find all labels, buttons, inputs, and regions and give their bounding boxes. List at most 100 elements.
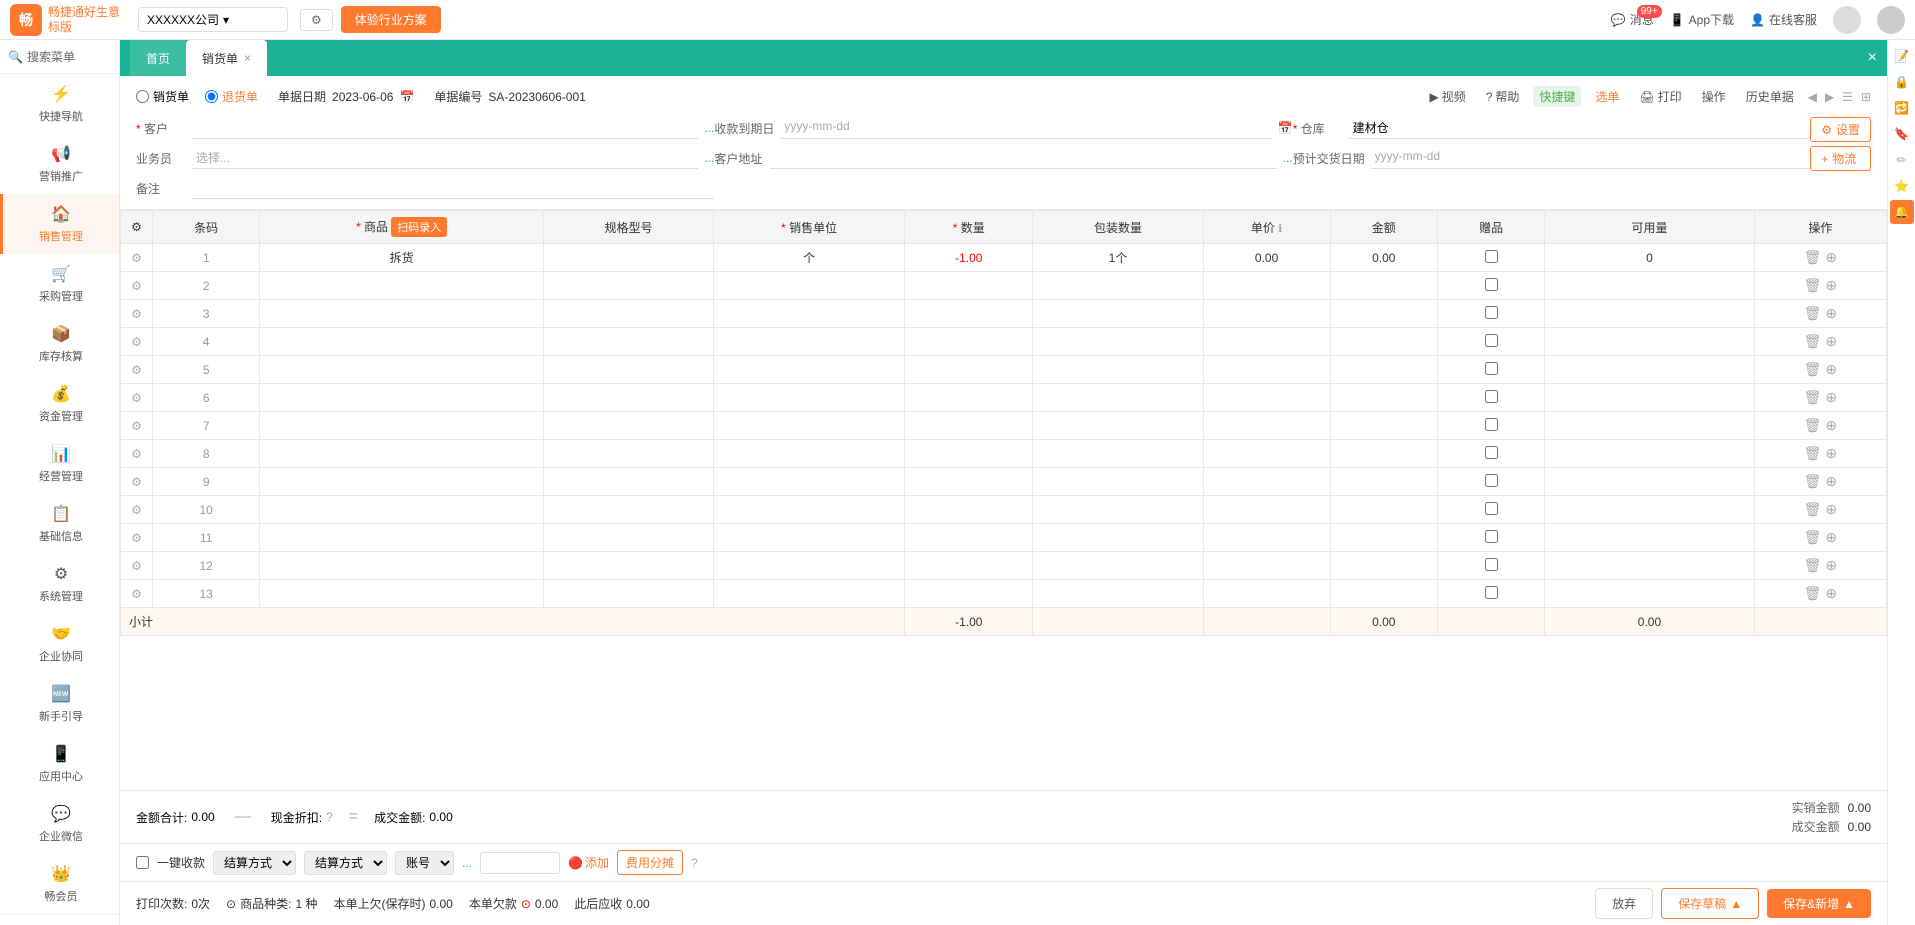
row-product[interactable] [260, 384, 544, 412]
right-tool-bookmark[interactable]: 🔖 [1890, 122, 1914, 146]
sidebar-item-quick-nav[interactable]: ⚡ 快捷导航 [0, 74, 119, 134]
row-amount[interactable] [1330, 412, 1437, 440]
row-sales-unit[interactable] [714, 272, 905, 300]
row-pack-qty[interactable]: 1个 [1033, 244, 1203, 272]
row-sales-unit[interactable] [714, 468, 905, 496]
row-settings[interactable]: ⚙ [121, 244, 153, 272]
calendar-icon[interactable]: 📅 [399, 90, 414, 104]
row-gift[interactable] [1437, 580, 1544, 608]
row-spec[interactable] [543, 412, 713, 440]
one-click-pay-checkbox[interactable] [136, 856, 149, 869]
discount-question[interactable]: ? [326, 810, 333, 824]
copy-icon[interactable]: ⊕ [1825, 417, 1837, 434]
row-product[interactable] [260, 356, 544, 384]
app-download-btn[interactable]: 📱 App下载 [1670, 11, 1734, 28]
sidebar-item-sales[interactable]: 🏠 销售管理 [0, 194, 119, 254]
right-tool-star[interactable]: ⭐ [1890, 174, 1914, 198]
prev-icon[interactable]: ◀ [1808, 90, 1817, 104]
copy-icon[interactable]: ⊕ [1825, 529, 1837, 546]
delete-icon[interactable]: 🗑 [1804, 501, 1822, 518]
row-amount[interactable] [1330, 524, 1437, 552]
row-spec[interactable] [543, 384, 713, 412]
row-gift[interactable] [1437, 552, 1544, 580]
row-pack-qty[interactable] [1033, 384, 1203, 412]
row-spec[interactable] [543, 300, 713, 328]
row-settings[interactable]: ⚙ [121, 328, 153, 356]
sidebar-item-purchase[interactable]: 🛒 采购管理 [0, 254, 119, 314]
row-spec[interactable] [543, 524, 713, 552]
warehouse-input[interactable]: 建材仓 [1349, 117, 1855, 139]
gift-checkbox[interactable] [1485, 306, 1498, 319]
tab-close-icon[interactable]: × [244, 51, 251, 65]
row-qty[interactable] [905, 412, 1033, 440]
toolbar-help[interactable]: ?帮助 [1480, 86, 1526, 107]
copy-icon[interactable]: ⊕ [1825, 333, 1837, 350]
row-gift[interactable] [1437, 272, 1544, 300]
row-spec[interactable] [543, 328, 713, 356]
sidebar-search[interactable]: 🔍 搜索菜单 [0, 40, 119, 74]
salesperson-dots[interactable]: ... [704, 151, 714, 165]
row-gift[interactable] [1437, 384, 1544, 412]
row-qty[interactable]: -1.00 [905, 244, 1033, 272]
row-gift[interactable] [1437, 468, 1544, 496]
row-spec[interactable] [543, 552, 713, 580]
flow-btn[interactable]: + 物流 [1810, 146, 1871, 171]
row-qty[interactable] [905, 440, 1033, 468]
row-amount[interactable] [1330, 384, 1437, 412]
row-unit-price[interactable] [1203, 272, 1330, 300]
sidebar-item-wechat[interactable]: 💬 企业微信 [0, 794, 119, 854]
payment-help-icon[interactable]: ? [691, 856, 698, 870]
row-qty[interactable] [905, 272, 1033, 300]
row-gift[interactable] [1437, 524, 1544, 552]
row-sales-unit[interactable] [714, 412, 905, 440]
row-product[interactable]: 拆货 [260, 244, 544, 272]
row-gift[interactable] [1437, 356, 1544, 384]
toolbar-print[interactable]: 🖨打印 [1633, 86, 1687, 107]
toolbar-history[interactable]: 历史单据 [1740, 86, 1800, 107]
row-gift[interactable] [1437, 440, 1544, 468]
toolbar-video[interactable]: ▶视频 [1423, 86, 1471, 107]
row-spec[interactable] [543, 440, 713, 468]
copy-icon[interactable]: ⊕ [1825, 361, 1837, 378]
row-pack-qty[interactable] [1033, 328, 1203, 356]
row-unit-price[interactable] [1203, 328, 1330, 356]
row-product[interactable] [260, 412, 544, 440]
gift-checkbox[interactable] [1485, 446, 1498, 459]
gift-checkbox[interactable] [1485, 334, 1498, 347]
right-tool-edit[interactable]: 📝 [1890, 44, 1914, 68]
row-unit-price[interactable] [1203, 524, 1330, 552]
copy-icon[interactable]: ⊕ [1825, 249, 1837, 266]
row-qty[interactable] [905, 496, 1033, 524]
grid-view-icon[interactable]: ⊞ [1861, 90, 1871, 104]
row-sales-unit[interactable] [714, 440, 905, 468]
save-btn[interactable]: 保存&新增 ▲ [1767, 889, 1871, 918]
sidebar-item-basic[interactable]: 📋 基础信息 [0, 494, 119, 554]
row-unit-price[interactable] [1203, 440, 1330, 468]
row-qty[interactable] [905, 328, 1033, 356]
row-unit-price[interactable]: 0.00 [1203, 244, 1330, 272]
row-amount[interactable] [1330, 552, 1437, 580]
row-sales-unit[interactable]: 个 [714, 244, 905, 272]
copy-icon[interactable]: ⊕ [1825, 277, 1837, 294]
row-unit-price[interactable] [1203, 580, 1330, 608]
fee-split-btn[interactable]: 费用分摊 [617, 850, 683, 875]
row-sales-unit[interactable] [714, 300, 905, 328]
customer-input[interactable] [192, 117, 698, 139]
sidebar-item-operations[interactable]: 📊 经营管理 [0, 434, 119, 494]
row-pack-qty[interactable] [1033, 412, 1203, 440]
row-pack-qty[interactable] [1033, 440, 1203, 468]
copy-icon[interactable]: ⊕ [1825, 305, 1837, 322]
right-tool-lock[interactable]: 🔒 [1890, 70, 1914, 94]
row-settings[interactable]: ⚙ [121, 552, 153, 580]
payment-method-select[interactable]: 结算方式 [213, 851, 296, 875]
row-unit-price[interactable] [1203, 496, 1330, 524]
draft-btn[interactable]: 保存草稿 ▲ [1661, 888, 1759, 919]
row-qty[interactable] [905, 524, 1033, 552]
row-amount[interactable] [1330, 468, 1437, 496]
row-pack-qty[interactable] [1033, 356, 1203, 384]
delete-icon[interactable]: 🗑 [1804, 249, 1822, 266]
row-amount[interactable] [1330, 300, 1437, 328]
row-settings[interactable]: ⚙ [121, 300, 153, 328]
row-unit-price[interactable] [1203, 384, 1330, 412]
row-product[interactable] [260, 524, 544, 552]
